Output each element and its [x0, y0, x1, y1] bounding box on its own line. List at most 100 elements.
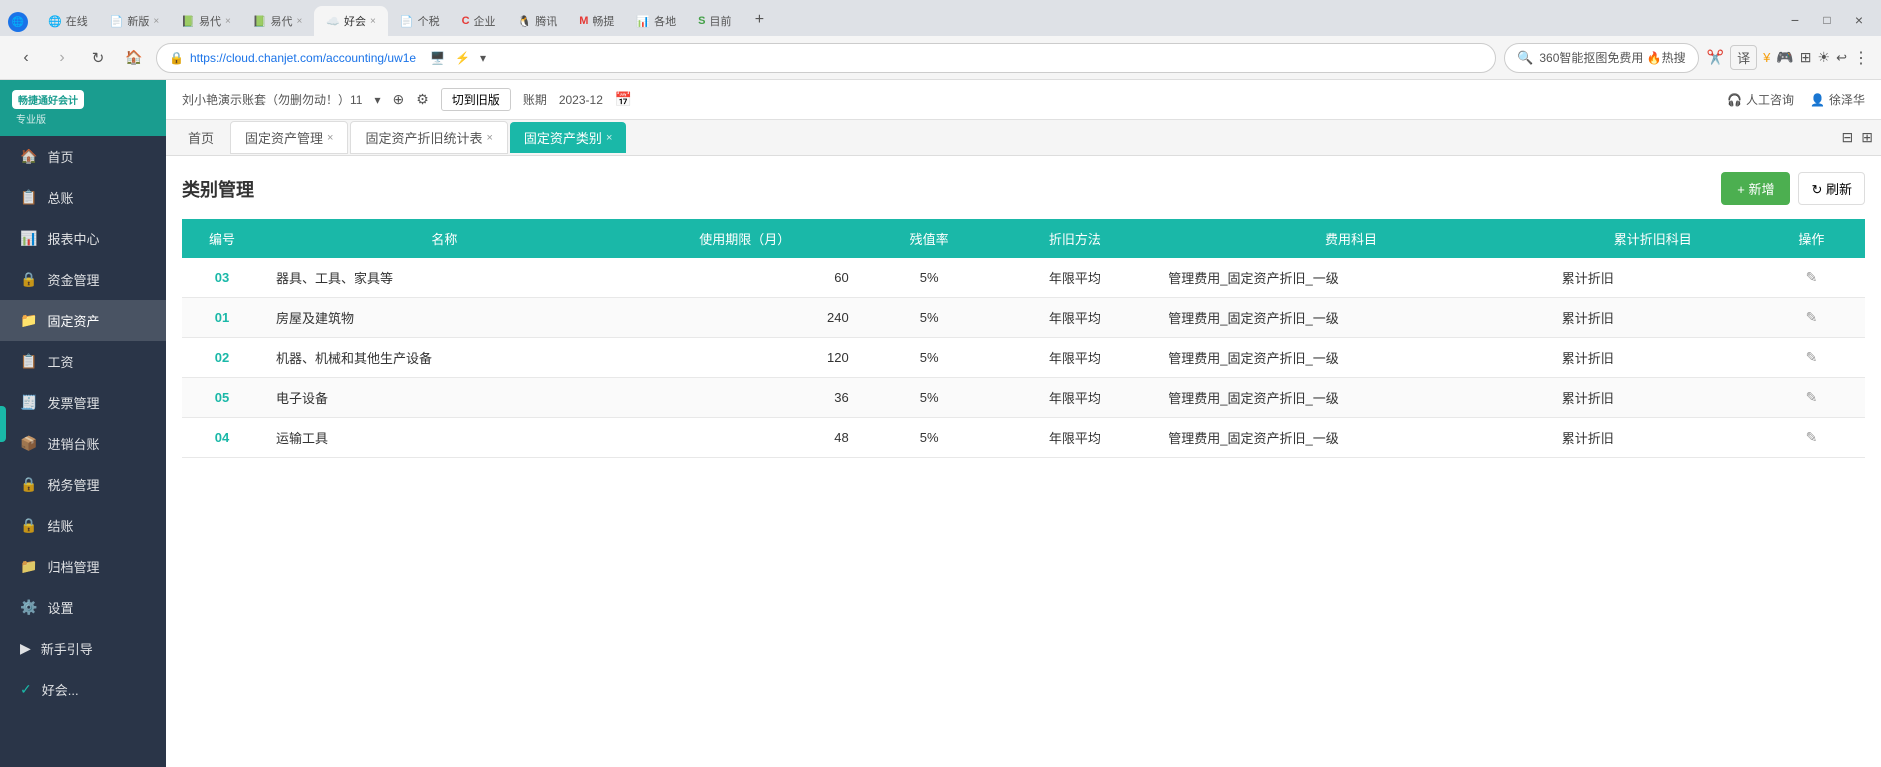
- tab-depreciation[interactable]: 固定资产折旧统计表 ×: [350, 121, 507, 154]
- col-code: 编号: [182, 219, 262, 258]
- search-text: 360智能抠图免费用 🔥热搜: [1539, 49, 1685, 66]
- dropdown-icon[interactable]: ▾: [374, 93, 380, 107]
- main-content: 类别管理 + 新增 ↻ 刷新 编号 名称 使用期限（月） 残值率 折旧方法 费用…: [166, 156, 1881, 767]
- search-bar[interactable]: 🔍 360智能抠图免费用 🔥热搜: [1504, 43, 1699, 73]
- cell-method: 年限平均: [996, 258, 1155, 298]
- expand-btn[interactable]: ⊕: [393, 91, 405, 108]
- expand-icon[interactable]: ⊞: [1861, 129, 1873, 146]
- sidebar-item-settings[interactable]: ⚙️ 设置: [0, 587, 166, 628]
- browser-tab[interactable]: C企业: [452, 6, 506, 36]
- edit-icon[interactable]: ✎: [1806, 349, 1818, 365]
- address-bar[interactable]: 🔒 https://cloud.chanjet.com/accounting/u…: [156, 43, 1496, 73]
- user-profile[interactable]: 👤 徐泽华: [1810, 91, 1865, 108]
- browser-tab[interactable]: S目前: [688, 6, 741, 36]
- currency-btn[interactable]: ¥: [1763, 50, 1770, 65]
- tab-home[interactable]: 首页: [174, 122, 228, 153]
- sidebar-item-more[interactable]: ✓ 好会...: [0, 669, 166, 710]
- more-btn[interactable]: ⋮: [1853, 48, 1869, 68]
- sidebar-item-checkout[interactable]: 🔒 结账: [0, 505, 166, 546]
- table-row: 05 电子设备 36 5% 年限平均 管理费用_固定资产折旧_一级 累计折旧 ✎: [182, 378, 1865, 418]
- user-icon: 👤: [1810, 93, 1825, 107]
- edit-icon[interactable]: ✎: [1806, 269, 1818, 285]
- browser-tab[interactable]: 📄个税: [390, 6, 450, 36]
- tab-close-icon[interactable]: ×: [606, 132, 612, 144]
- brightness-btn[interactable]: ☀: [1818, 49, 1831, 66]
- fixed-assets-icon: 📁: [20, 312, 37, 329]
- refresh-btn[interactable]: ↻ 刷新: [1798, 172, 1865, 205]
- cell-residual: 5%: [863, 258, 996, 298]
- browser-tab[interactable]: 📗易代×: [243, 6, 313, 36]
- sidebar-item-funds[interactable]: 🔒 资金管理: [0, 259, 166, 300]
- browser-tab[interactable]: 🌐在线: [38, 6, 98, 36]
- home-btn[interactable]: 🏠: [120, 44, 148, 72]
- sidebar-item-fixed-assets[interactable]: 📁 固定资产: [0, 300, 166, 341]
- browser-tab[interactable]: 📗易代×: [171, 6, 241, 36]
- help-btn[interactable]: 🎧 人工咨询: [1727, 91, 1794, 108]
- reload-btn[interactable]: ↻: [84, 44, 112, 72]
- sidebar-item-archive[interactable]: 📁 归档管理: [0, 546, 166, 587]
- ledger-icon: 📋: [20, 189, 37, 206]
- browser-tab[interactable]: 🐧腾讯: [508, 6, 568, 36]
- cell-expense: 管理费用_固定资产折旧_一级: [1154, 258, 1547, 298]
- sidebar-item-guide[interactable]: ▶ 新手引导: [0, 628, 166, 669]
- cell-depreciation: 累计折旧: [1548, 258, 1758, 298]
- translate-btn[interactable]: 译: [1730, 45, 1757, 70]
- forward-btn[interactable]: ›: [48, 44, 76, 72]
- cell-residual: 5%: [863, 298, 996, 338]
- scissors-btn[interactable]: ✂️: [1707, 49, 1724, 66]
- tab-fixed-mgmt[interactable]: 固定资产管理 ×: [230, 121, 348, 154]
- calendar-icon[interactable]: 📅: [615, 91, 632, 108]
- sidebar-item-reports[interactable]: 📊 报表中心: [0, 218, 166, 259]
- grid-btn[interactable]: ⊞: [1800, 49, 1812, 66]
- cell-name: 电子设备: [262, 378, 627, 418]
- cell-action: ✎: [1758, 298, 1865, 338]
- cell-expense: 管理费用_固定资产折旧_一级: [1154, 418, 1547, 458]
- cell-code: 04: [182, 418, 262, 458]
- tab-close-icon[interactable]: ×: [327, 132, 333, 144]
- undo-btn[interactable]: ↩: [1836, 50, 1847, 66]
- back-btn[interactable]: ‹: [12, 44, 40, 72]
- sidebar-item-tax[interactable]: 🔒 税务管理: [0, 464, 166, 505]
- tab-category[interactable]: 固定资产类别 ×: [510, 122, 626, 153]
- sidebar-item-home[interactable]: 🏠 首页: [0, 136, 166, 177]
- browser-tab[interactable]: M畅提: [569, 6, 624, 36]
- maximize-btn[interactable]: □: [1813, 8, 1841, 32]
- browser-tab[interactable]: 📄新版×: [100, 6, 170, 36]
- game-btn[interactable]: 🎮: [1776, 49, 1793, 66]
- cell-period: 60: [627, 258, 863, 298]
- app-logo: 畅捷通好会计: [12, 90, 84, 109]
- page-title: 类别管理: [182, 176, 254, 202]
- sidebar-item-inventory[interactable]: 📦 进销台账: [0, 423, 166, 464]
- sidebar-item-invoice[interactable]: 🧾 发票管理: [0, 382, 166, 423]
- collapse-icon[interactable]: ⊟: [1842, 129, 1854, 146]
- sidebar-item-ledger[interactable]: 📋 总账: [0, 177, 166, 218]
- cell-expense: 管理费用_固定资产折旧_一级: [1154, 338, 1547, 378]
- col-method: 折旧方法: [996, 219, 1155, 258]
- cell-period: 36: [627, 378, 863, 418]
- cell-residual: 5%: [863, 418, 996, 458]
- tab-close-icon[interactable]: ×: [486, 132, 492, 144]
- edit-icon[interactable]: ✎: [1806, 309, 1818, 325]
- sidebar-item-payroll[interactable]: 📋 工资: [0, 341, 166, 382]
- payroll-icon: 📋: [20, 353, 37, 370]
- edit-icon[interactable]: ✎: [1806, 389, 1818, 405]
- switch-old-btn[interactable]: 切到旧版: [441, 88, 511, 111]
- cell-name: 房屋及建筑物: [262, 298, 627, 338]
- cell-code: 02: [182, 338, 262, 378]
- inventory-icon: 📦: [20, 435, 37, 452]
- settings-btn[interactable]: ⚙: [416, 91, 429, 108]
- cell-period: 120: [627, 338, 863, 378]
- cell-depreciation: 累计折旧: [1548, 378, 1758, 418]
- left-edge-accent: [0, 406, 6, 442]
- edit-icon[interactable]: ✎: [1806, 429, 1818, 445]
- close-btn[interactable]: ×: [1845, 8, 1873, 32]
- browser-tab-active[interactable]: ☁️好会×: [314, 6, 388, 36]
- minimize-btn[interactable]: −: [1781, 8, 1809, 32]
- add-btn[interactable]: + 新增: [1721, 172, 1790, 205]
- cell-name: 机器、机械和其他生产设备: [262, 338, 627, 378]
- action-buttons: + 新增 ↻ 刷新: [1721, 172, 1865, 205]
- cell-period: 240: [627, 298, 863, 338]
- new-tab-btn[interactable]: +: [747, 8, 771, 32]
- browser-tab[interactable]: 📊各地: [626, 6, 686, 36]
- user-info: 刘小艳演示账套（勿删勿动！）11: [182, 91, 362, 108]
